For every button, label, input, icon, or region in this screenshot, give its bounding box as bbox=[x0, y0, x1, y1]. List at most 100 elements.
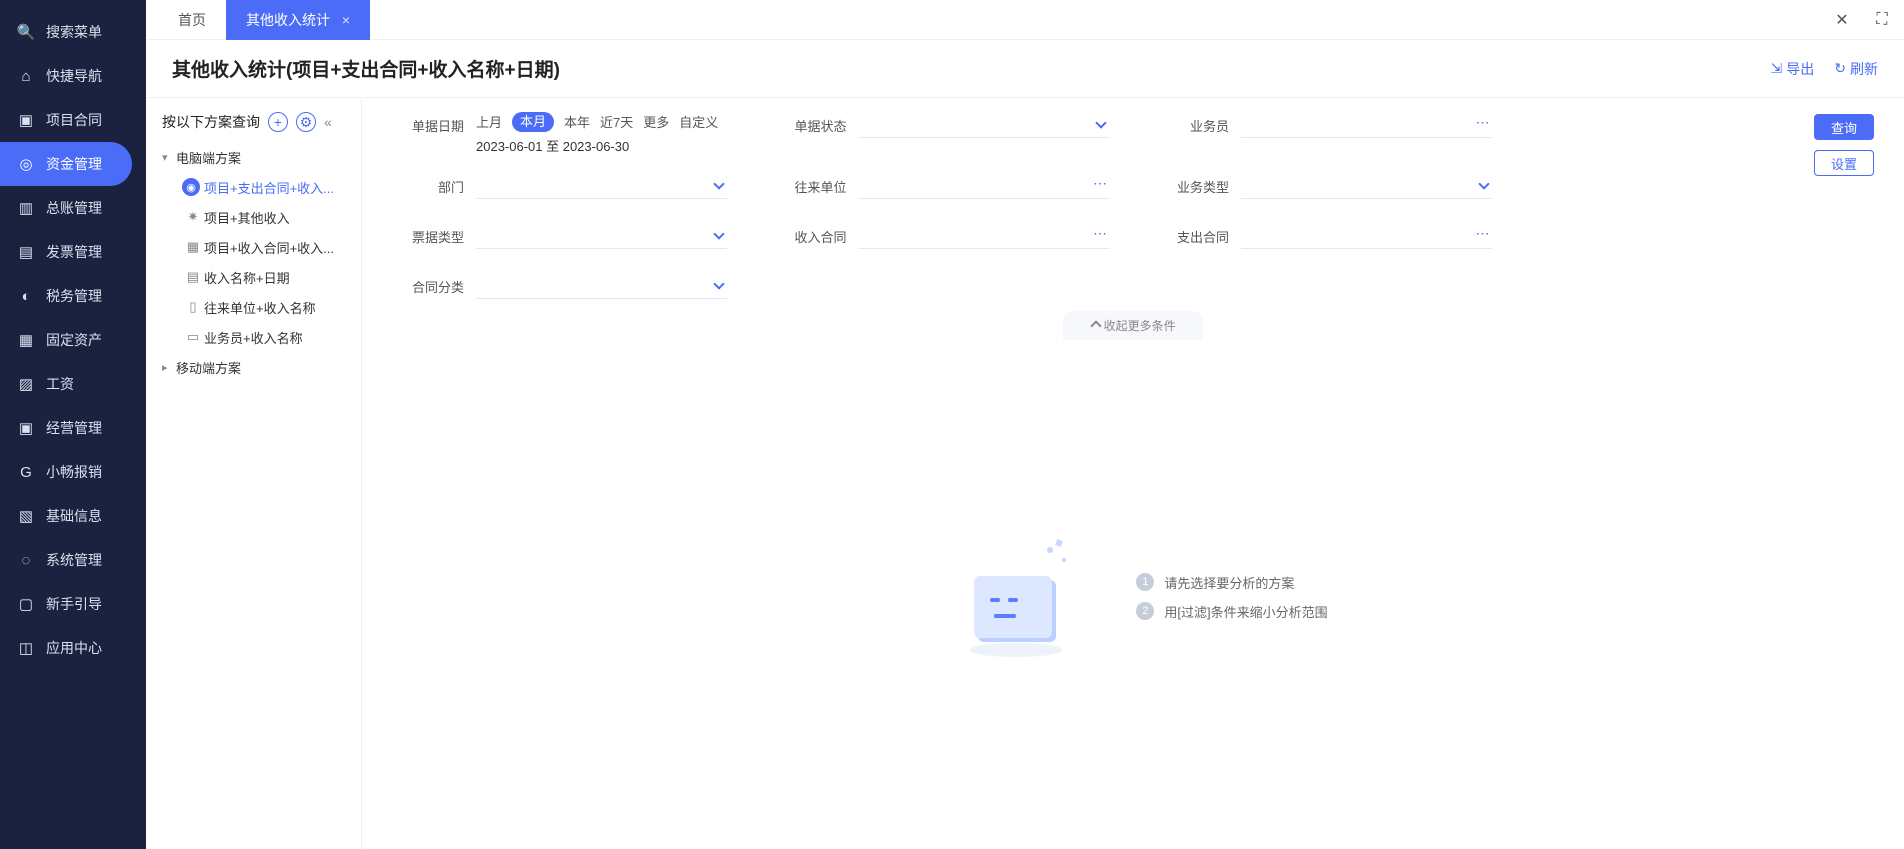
scheme-item-2[interactable]: ▦ 项目+收入合同+收入... bbox=[176, 232, 353, 262]
add-scheme-button[interactable]: + bbox=[268, 112, 288, 132]
date-opt[interactable]: 更多 bbox=[643, 112, 669, 132]
empty-state: 1 请先选择要分析的方案 2 用[过滤]条件来缩小分析范围 bbox=[362, 344, 1904, 849]
sidebar-item-2[interactable]: ▣项目合同 bbox=[0, 98, 146, 142]
sidebar-icon: ◫ bbox=[16, 638, 36, 658]
sidebar-item-6[interactable]: ◐税务管理 bbox=[0, 274, 146, 318]
sidebar-icon: 🔍 bbox=[16, 22, 36, 42]
filter-expense-contract[interactable]: 支出合同 ⋯ bbox=[1157, 223, 1492, 255]
query-button[interactable]: 查询 bbox=[1814, 114, 1874, 140]
sidebar-item-5[interactable]: ▤发票管理 bbox=[0, 230, 146, 274]
scheme-item-4[interactable]: ▯ 往来单位+收入名称 bbox=[176, 292, 353, 322]
date-opt[interactable]: 自定义 bbox=[679, 112, 718, 132]
sidebar-item-10[interactable]: G小畅报销 bbox=[0, 450, 146, 494]
scheme-item-3[interactable]: ▤ 收入名称+日期 bbox=[176, 262, 353, 292]
scheme-item-0[interactable]: ◉ 项目+支出合同+收入... bbox=[176, 172, 353, 202]
sidebar-item-8[interactable]: ▨工资 bbox=[0, 362, 146, 406]
scheme-group-desktop[interactable]: ▾ 电脑端方案 bbox=[156, 142, 353, 172]
caret-right-icon: ▸ bbox=[162, 361, 176, 374]
date-opt[interactable]: 本月 bbox=[512, 112, 554, 132]
sidebar-icon: ▣ bbox=[16, 110, 36, 130]
sidebar-item-1[interactable]: ⌂快捷导航 bbox=[0, 54, 146, 98]
sidebar-icon: ▦ bbox=[16, 330, 36, 350]
sidebar-item-14[interactable]: ◫应用中心 bbox=[0, 626, 146, 670]
filter-salesman[interactable]: 业务员 ⋯ bbox=[1157, 112, 1492, 144]
sidebar-item-12[interactable]: ◌系统管理 bbox=[0, 538, 146, 582]
sidebar-item-9[interactable]: ▣经营管理 bbox=[0, 406, 146, 450]
grid-icon: ▦ bbox=[182, 239, 204, 255]
filter-bill-date: 单据日期 上月本月本年近7天更多自定义 2023-06-01 至 2023-06… bbox=[392, 112, 727, 155]
scheme-item-1[interactable]: ✷ 项目+其他收入 bbox=[176, 202, 353, 232]
bar-icon: ▯ bbox=[182, 299, 204, 315]
main-area: 首页 其他收入统计 × ✕ ⛶ 其他收入统计(项目+支出合同+收入名称+日期) … bbox=[146, 0, 1904, 849]
tabbar: 首页 其他收入统计 × ✕ ⛶ bbox=[146, 0, 1904, 40]
scheme-group-mobile[interactable]: ▸ 移动端方案 bbox=[156, 352, 353, 382]
tab-home[interactable]: 首页 bbox=[158, 0, 226, 40]
scheme-item-5[interactable]: ▭ 业务员+收入名称 bbox=[176, 322, 353, 352]
close-icon[interactable]: × bbox=[342, 12, 350, 28]
filter-biz-type[interactable]: 业务类型 bbox=[1157, 173, 1492, 205]
more-icon: ⋯ bbox=[1093, 175, 1107, 192]
empty-illustration bbox=[938, 532, 1108, 662]
sidebar-icon: ▣ bbox=[16, 418, 36, 438]
date-opt[interactable]: 上月 bbox=[476, 112, 502, 132]
sidebar: 🔍搜索菜单⌂快捷导航▣项目合同◎资金管理▥总账管理▤发票管理◐税务管理▦固定资产… bbox=[0, 0, 146, 849]
filter-partner[interactable]: 往来单位 ⋯ bbox=[775, 173, 1110, 205]
date-opt[interactable]: 本年 bbox=[564, 112, 590, 132]
collapse-filters[interactable]: 收起更多条件 bbox=[1063, 311, 1203, 340]
sidebar-item-0[interactable]: 🔍搜索菜单 bbox=[0, 10, 146, 54]
filter-dept[interactable]: 部门 bbox=[392, 173, 727, 205]
sidebar-icon: ◎ bbox=[16, 154, 36, 174]
more-icon: ⋯ bbox=[1476, 114, 1490, 131]
close-panel-icon[interactable]: ✕ bbox=[1828, 6, 1856, 34]
action-column: 查询 设置 bbox=[1540, 112, 1875, 176]
filter-ticket-type[interactable]: 票据类型 bbox=[392, 223, 727, 255]
sidebar-icon: ▧ bbox=[16, 506, 36, 526]
sidebar-icon: ▥ bbox=[16, 198, 36, 218]
filter-panel: 单据日期 上月本月本年近7天更多自定义 2023-06-01 至 2023-06… bbox=[362, 98, 1904, 344]
sidebar-item-7[interactable]: ▦固定资产 bbox=[0, 318, 146, 362]
caret-down-icon: ▾ bbox=[162, 151, 176, 164]
sidebar-icon: G bbox=[16, 462, 36, 482]
date-range-text: 2023-06-01 至 2023-06-30 bbox=[476, 136, 727, 155]
sidebar-icon: ▨ bbox=[16, 374, 36, 394]
sidebar-icon: ▤ bbox=[16, 242, 36, 262]
date-opt[interactable]: 近7天 bbox=[600, 112, 633, 132]
settings-button[interactable]: 设置 bbox=[1814, 150, 1874, 176]
page-header: 其他收入统计(项目+支出合同+收入名称+日期) ⇲ 导出 ↻ 刷新 bbox=[146, 40, 1904, 98]
sidebar-icon: ▢ bbox=[16, 594, 36, 614]
sidebar-item-11[interactable]: ▧基础信息 bbox=[0, 494, 146, 538]
list-icon: ▤ bbox=[182, 269, 204, 285]
chevron-down-icon bbox=[1097, 114, 1107, 130]
refresh-button[interactable]: ↻ 刷新 bbox=[1834, 59, 1878, 79]
refresh-icon: ↻ bbox=[1834, 60, 1846, 77]
sidebar-icon: ⌂ bbox=[16, 66, 36, 86]
export-button[interactable]: ⇲ 导出 bbox=[1771, 59, 1815, 79]
sidebar-item-3[interactable]: ◎资金管理 bbox=[0, 142, 132, 186]
sidebar-item-4[interactable]: ▥总账管理 bbox=[0, 186, 146, 230]
collapse-scheme-panel[interactable]: « bbox=[324, 114, 332, 130]
filter-income-contract[interactable]: 收入合同 ⋯ bbox=[775, 223, 1110, 255]
chevron-down-icon bbox=[715, 175, 725, 191]
tab-label: 其他收入统计 bbox=[246, 12, 330, 28]
scheme-panel: 按以下方案查询 + ⚙ « ▾ 电脑端方案 ◉ 项目+支出合同+收入... bbox=[146, 98, 362, 849]
more-icon: ⋯ bbox=[1093, 225, 1107, 242]
scheme-title: 按以下方案查询 bbox=[162, 112, 260, 132]
scheme-settings-button[interactable]: ⚙ bbox=[296, 112, 316, 132]
sidebar-item-13[interactable]: ▢新手引导 bbox=[0, 582, 146, 626]
fullscreen-icon[interactable]: ⛶ bbox=[1868, 6, 1896, 34]
chevron-down-icon bbox=[715, 275, 725, 291]
active-scheme-badge: ◉ bbox=[182, 178, 200, 196]
page-title: 其他收入统计(项目+支出合同+收入名称+日期) bbox=[172, 55, 560, 82]
filter-contract-class[interactable]: 合同分类 bbox=[392, 273, 727, 305]
chart-icon: ✷ bbox=[182, 209, 204, 225]
card-icon: ▭ bbox=[182, 329, 204, 345]
chevron-down-icon bbox=[715, 225, 725, 241]
filter-bill-status[interactable]: 单据状态 bbox=[775, 112, 1110, 144]
export-icon: ⇲ bbox=[1771, 60, 1783, 77]
tab-other-income-stats[interactable]: 其他收入统计 × bbox=[226, 0, 370, 40]
chevron-down-icon bbox=[1480, 175, 1490, 191]
sidebar-icon: ◐ bbox=[16, 286, 36, 306]
empty-step-1: 1 请先选择要分析的方案 bbox=[1136, 573, 1327, 592]
empty-step-2: 2 用[过滤]条件来缩小分析范围 bbox=[1136, 602, 1327, 621]
chevron-up-icon bbox=[1090, 319, 1100, 333]
